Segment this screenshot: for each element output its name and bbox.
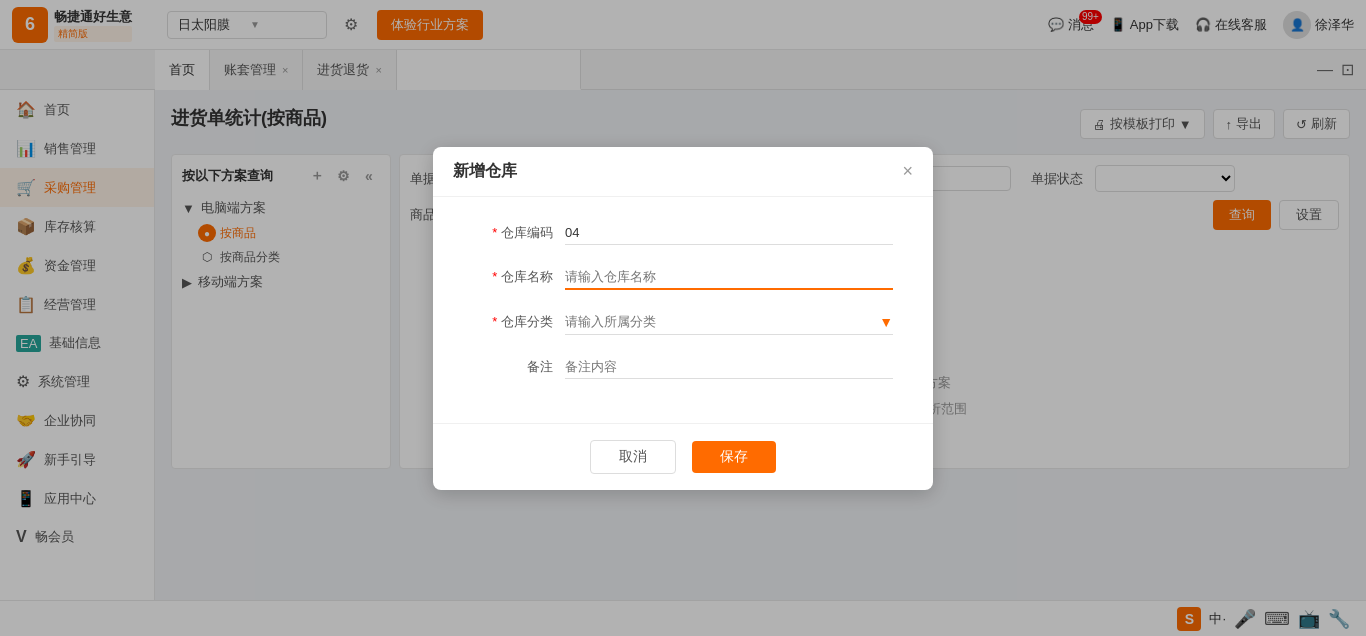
- save-button[interactable]: 保存: [692, 441, 776, 473]
- dialog-title: 新增仓库: [453, 161, 517, 182]
- code-input[interactable]: [565, 221, 893, 245]
- note-input[interactable]: [565, 355, 893, 379]
- new-warehouse-dialog: 新增仓库 × 仓库编码 仓库名称 仓库分类 ▼ 备注: [433, 147, 933, 490]
- category-select-row[interactable]: ▼: [565, 310, 893, 335]
- dialog-footer: 取消 保存: [433, 423, 933, 490]
- form-row-name: 仓库名称: [473, 265, 893, 290]
- category-dropdown-icon[interactable]: ▼: [879, 314, 893, 330]
- name-label: 仓库名称: [473, 268, 553, 286]
- dialog-overlay[interactable]: 新增仓库 × 仓库编码 仓库名称 仓库分类 ▼ 备注: [0, 0, 1366, 636]
- category-input[interactable]: [565, 314, 879, 329]
- category-label: 仓库分类: [473, 313, 553, 331]
- form-row-note: 备注: [473, 355, 893, 379]
- dialog-header: 新增仓库 ×: [433, 147, 933, 197]
- note-label: 备注: [473, 358, 553, 376]
- dialog-close-button[interactable]: ×: [902, 162, 913, 180]
- name-input[interactable]: [565, 265, 893, 290]
- code-label: 仓库编码: [473, 224, 553, 242]
- dialog-body: 仓库编码 仓库名称 仓库分类 ▼ 备注: [433, 197, 933, 423]
- form-row-code: 仓库编码: [473, 221, 893, 245]
- form-row-category: 仓库分类 ▼: [473, 310, 893, 335]
- cancel-button[interactable]: 取消: [590, 440, 676, 474]
